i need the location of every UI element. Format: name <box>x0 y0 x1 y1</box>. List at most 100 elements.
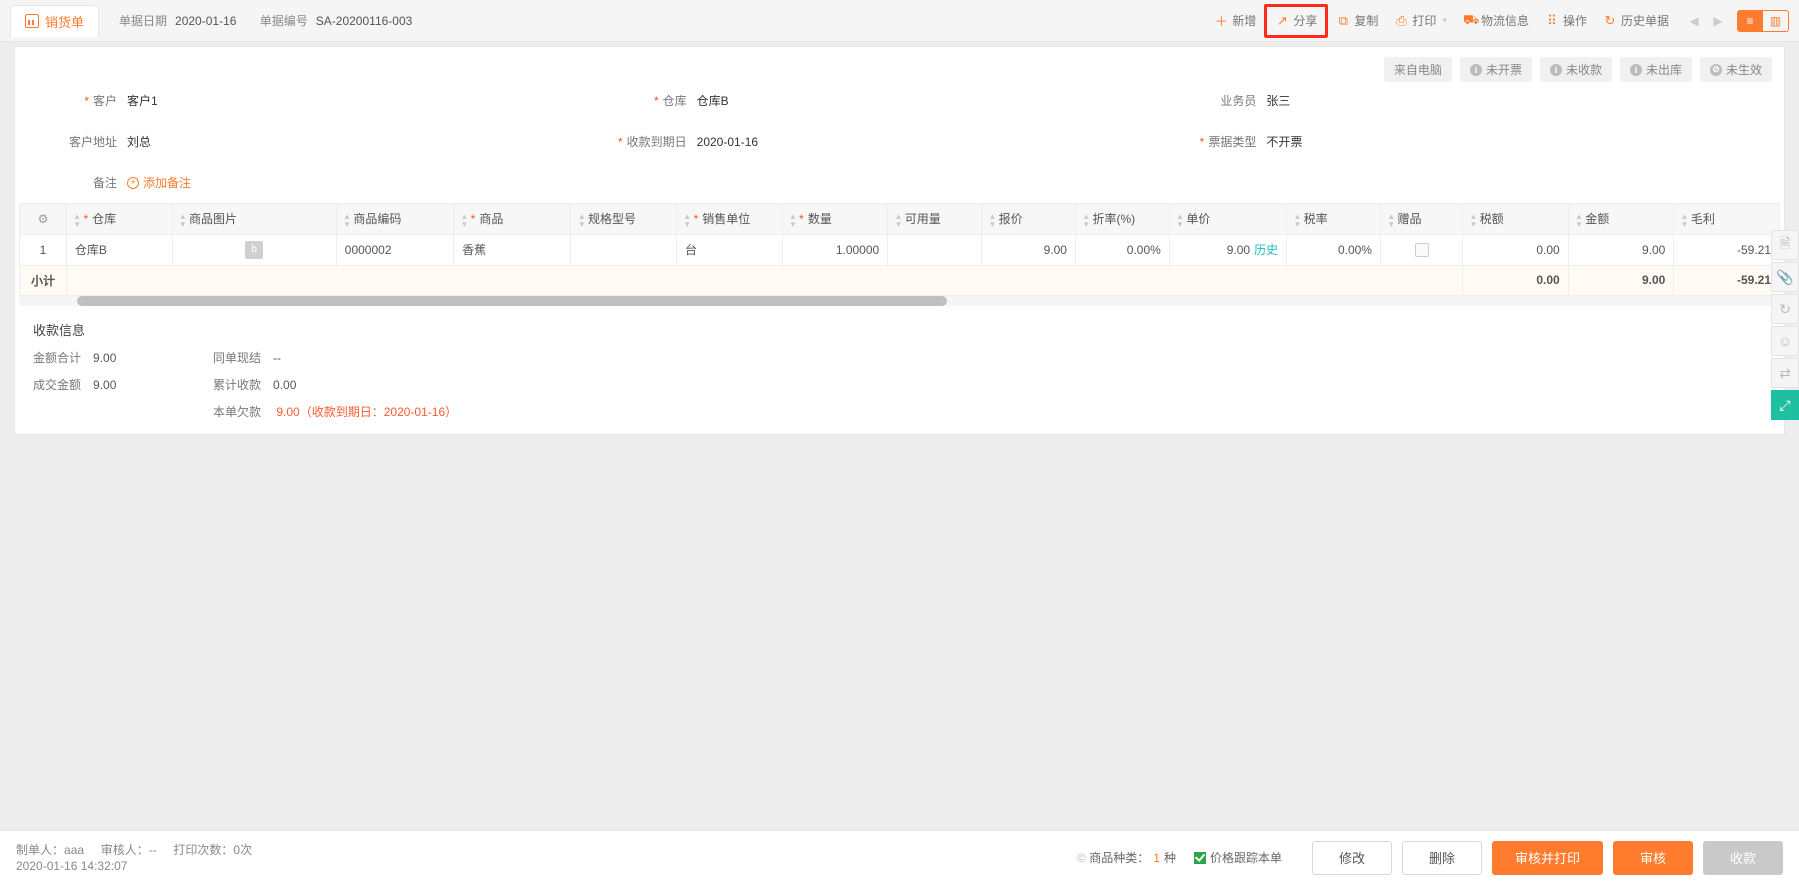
plus-icon: ＋ <box>1214 11 1228 30</box>
checked-icon <box>1194 852 1206 864</box>
payment-title: 收款信息 <box>33 320 1766 339</box>
items-table: ⚙ ▴▾仓库 ▴▾商品图片 ▴▾商品编码 ▴▾商品 ▴▾规格型号 ▴▾销售单位 … <box>19 203 1780 296</box>
sales-order-icon <box>25 14 39 28</box>
col-warehouse[interactable]: ▴▾仓库 <box>66 204 172 235</box>
salesman-value: 张三 <box>1266 92 1290 109</box>
owed-amount: 9.00（收款到期日：2020-01-16） <box>276 405 457 419</box>
audit-print-button[interactable]: 审核并打印 <box>1492 841 1603 875</box>
view-list-button[interactable]: ≡ <box>1737 10 1763 32</box>
truck-icon: ⛟ <box>1463 12 1477 30</box>
col-available[interactable]: ▴▾可用量 <box>888 204 982 235</box>
addr-value: 刘总 <box>127 133 151 150</box>
price-follow-checkbox[interactable]: 价格跟踪本单 <box>1194 849 1282 866</box>
kinds-count: 1 <box>1153 851 1160 865</box>
col-qty[interactable]: ▴▾数量 <box>782 204 888 235</box>
customer-value: 客户1 <box>127 92 158 109</box>
doc-date: 2020-01-16 <box>175 14 236 28</box>
deal-amount: 9.00 <box>93 378 116 392</box>
history-button[interactable]: ↻历史单据 <box>1595 7 1677 35</box>
table-row[interactable]: 1 仓库B b 0000002 香蕉 台 1.00000 9.00 0.00% … <box>20 234 1780 265</box>
grid-icon: ⠿ <box>1545 13 1559 29</box>
row-available <box>888 234 982 265</box>
subtotal-amount: 9.00 <box>1568 265 1674 295</box>
print-icon: ⎙ <box>1394 13 1408 29</box>
add-note-button[interactable]: +添加备注 <box>127 174 191 191</box>
rail-user-icon[interactable]: ☺ <box>1771 326 1799 356</box>
rail-attach-icon[interactable]: 📎 <box>1771 262 1799 292</box>
table-horizontal-scrollbar[interactable] <box>19 296 1780 306</box>
col-code[interactable]: ▴▾商品编码 <box>336 204 453 235</box>
rail-expand-icon[interactable]: ⤢ <box>1771 390 1799 420</box>
row-amount: 9.00 <box>1568 234 1674 265</box>
col-product[interactable]: ▴▾商品 <box>454 204 571 235</box>
subtotal-row: 小计 0.00 9.00 -59.21 <box>20 265 1780 295</box>
rail-note-icon[interactable]: 🗎 <box>1771 230 1799 260</box>
prev-doc-button[interactable]: ◀ <box>1683 10 1705 32</box>
subtotal-profit: -59.21 <box>1674 265 1780 295</box>
col-unit[interactable]: ▴▾销售单位 <box>677 204 783 235</box>
source-pill: 来自电脑 <box>1384 57 1452 82</box>
forbid-icon: ⊘ <box>1710 64 1722 76</box>
subtotal-taxamt: 0.00 <box>1463 265 1569 295</box>
col-profit[interactable]: ▴▾毛利 <box>1674 204 1780 235</box>
row-warehouse: 仓库B <box>66 234 172 265</box>
col-image[interactable]: ▴▾商品图片 <box>172 204 336 235</box>
inactive-pill[interactable]: ⊘未生效 <box>1700 57 1772 82</box>
row-profit: -59.21 <box>1674 234 1780 265</box>
doc-number: SA-20200116-003 <box>316 14 413 28</box>
top-toolbar: 销货单 单据日期2020-01-16 单据编号SA-20200116-003 ＋… <box>0 0 1799 42</box>
row-index: 1 <box>20 234 67 265</box>
col-discount[interactable]: ▴▾折率(%) <box>1075 204 1169 235</box>
product-image-placeholder[interactable]: b <box>245 241 263 259</box>
col-quote[interactable]: ▴▾报价 <box>982 204 1076 235</box>
invoice-type-value: 不开票 <box>1266 133 1302 150</box>
row-quote: 9.00 <box>982 234 1076 265</box>
doc-tab-label: 销货单 <box>45 12 84 31</box>
footer-meta: 制单人：aaa 审核人：-- 打印次数：0次 2020-01-16 14:32:… <box>16 842 252 874</box>
unpaid-pill[interactable]: i未收款 <box>1540 57 1612 82</box>
note-label: 备注 <box>45 174 117 191</box>
cash-settle: -- <box>273 351 281 365</box>
view-grid-button[interactable]: ▥ <box>1763 10 1789 32</box>
receive-button[interactable]: 收款 <box>1703 841 1783 875</box>
uninvoiced-pill[interactable]: i未开票 <box>1460 57 1532 82</box>
logistics-button[interactable]: ⛟物流信息 <box>1455 7 1537 35</box>
row-unit: 台 <box>677 234 783 265</box>
row-qty: 1.00000 <box>782 234 888 265</box>
price-history-link[interactable]: 历史 <box>1254 243 1278 257</box>
info-icon: i <box>1550 64 1562 76</box>
audit-button[interactable]: 审核 <box>1613 841 1693 875</box>
operate-button[interactable]: ⠿操作 <box>1537 7 1595 35</box>
col-taxamt[interactable]: ▴▾税额 <box>1463 204 1569 235</box>
unshipped-pill[interactable]: i未出库 <box>1620 57 1692 82</box>
share-icon: ↗ <box>1275 13 1289 29</box>
rail-swap-icon[interactable]: ⇄ <box>1771 358 1799 388</box>
share-button[interactable]: ↗分享 <box>1264 4 1328 38</box>
row-taxamt: 0.00 <box>1463 234 1569 265</box>
print-button[interactable]: ⎙打印▾ <box>1386 7 1455 35</box>
side-rail: 🗎 📎 ↻ ☺ ⇄ ⤢ <box>1771 230 1799 420</box>
rail-refresh-icon[interactable]: ↻ <box>1771 294 1799 324</box>
doc-tab[interactable]: 销货单 <box>10 5 99 37</box>
col-amount[interactable]: ▴▾金额 <box>1568 204 1674 235</box>
warehouse-label: 仓库 <box>615 92 687 109</box>
next-doc-button[interactable]: ▶ <box>1707 10 1729 32</box>
col-gift[interactable]: ▴▾赠品 <box>1380 204 1462 235</box>
footer-datetime: 2020-01-16 14:32:07 <box>16 858 252 874</box>
edit-button[interactable]: 修改 <box>1312 841 1392 875</box>
customer-label: 客户 <box>45 92 117 109</box>
col-taxrate[interactable]: ▴▾税率 <box>1287 204 1381 235</box>
settings-column-header[interactable]: ⚙ <box>20 204 67 235</box>
copy-icon: ⧉ <box>1336 13 1350 29</box>
row-product: 香蕉 <box>454 234 571 265</box>
new-button[interactable]: ＋新增 <box>1206 7 1264 35</box>
info-icon: i <box>1470 64 1482 76</box>
delete-button[interactable]: 删除 <box>1402 841 1482 875</box>
col-price[interactable]: ▴▾单价 <box>1169 204 1286 235</box>
payment-section: 收款信息 金额合计9.00 同单现结-- 成交金额9.00 累计收款0.00 本… <box>15 306 1784 430</box>
copy-button[interactable]: ⧉复制 <box>1328 7 1386 35</box>
row-discount: 0.00% <box>1075 234 1169 265</box>
due-label: 收款到期日 <box>615 133 687 150</box>
col-spec[interactable]: ▴▾规格型号 <box>571 204 677 235</box>
gift-checkbox[interactable] <box>1415 243 1429 257</box>
